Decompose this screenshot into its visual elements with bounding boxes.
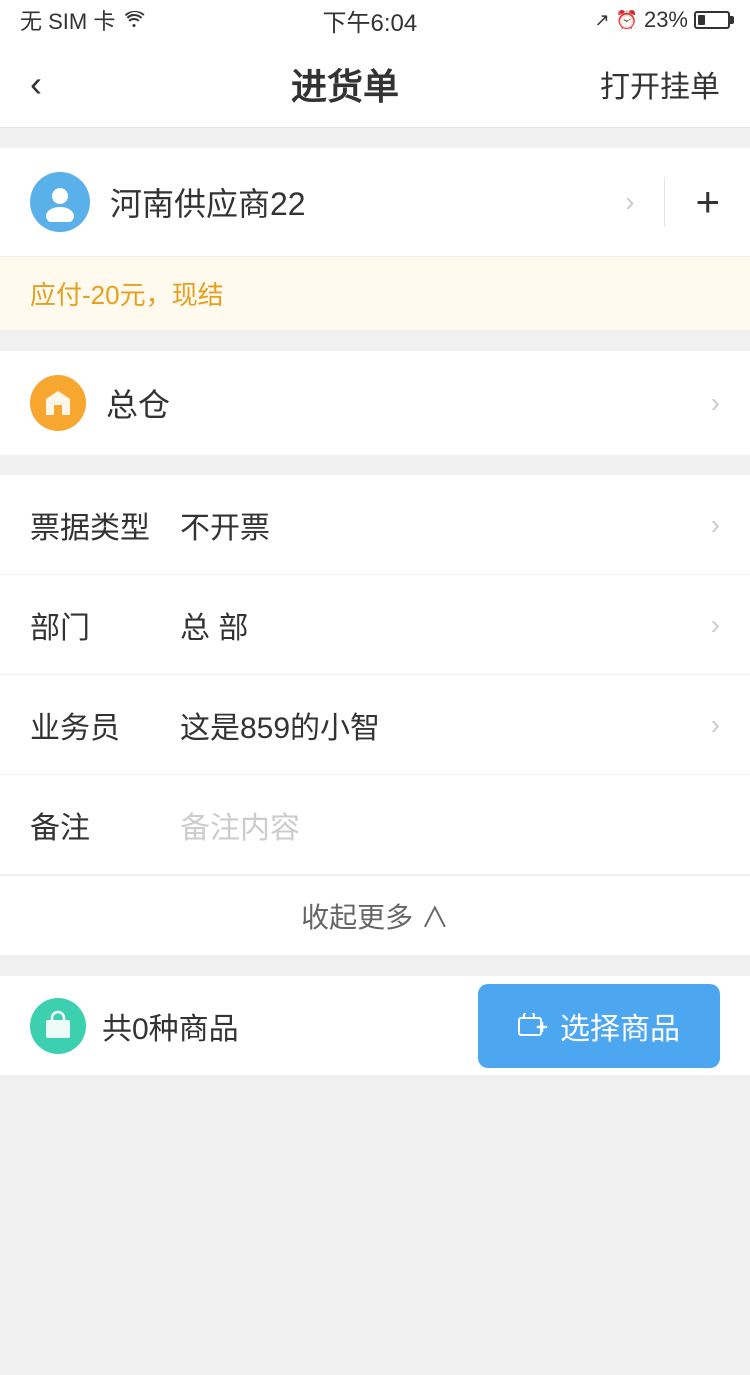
select-product-button[interactable]: 选择商品	[478, 984, 720, 1068]
department-label: 部门	[30, 603, 170, 647]
bottom-bar: 共0种商品 选择商品	[0, 975, 750, 1075]
carrier-text: 无 SIM 卡	[20, 4, 115, 36]
remark-value[interactable]: 备注内容	[170, 803, 720, 847]
salesperson-chevron-icon: ›	[711, 709, 720, 741]
supplier-name: 河南供应商22	[110, 179, 625, 225]
status-right: ↗ ⏰ 23%	[594, 7, 730, 33]
page-title: 进货单	[291, 58, 399, 110]
top-divider	[0, 128, 750, 148]
remark-row[interactable]: 备注 备注内容	[0, 775, 750, 875]
select-product-label: 选择商品	[560, 1004, 680, 1048]
invoice-type-value: 不开票	[170, 503, 711, 547]
invoice-type-chevron-icon: ›	[711, 509, 720, 541]
wifi-icon	[123, 7, 145, 33]
warehouse-name: 总仓	[106, 380, 711, 426]
vertical-divider	[664, 177, 665, 227]
form-section: 票据类型 不开票 › 部门 总 部 › 业务员 这是859的小智 › 备注 备注…	[0, 475, 750, 955]
product-count-text: 共0种商品	[102, 1004, 239, 1048]
warehouse-chevron-icon: ›	[711, 387, 720, 419]
product-icon-wrap	[30, 998, 86, 1054]
department-value: 总 部	[170, 603, 711, 647]
invoice-type-row[interactable]: 票据类型 不开票 ›	[0, 475, 750, 575]
department-row[interactable]: 部门 总 部 ›	[0, 575, 750, 675]
supplier-row-right: › +	[625, 177, 720, 227]
supplier-section: 河南供应商22 › + 应付-20元，现结	[0, 148, 750, 330]
collapse-row[interactable]: 收起更多 ∧	[0, 875, 750, 955]
nav-bar: ‹ 进货单 打开挂单	[0, 40, 750, 128]
add-supplier-button[interactable]: +	[695, 178, 720, 226]
page-background	[0, 1075, 750, 1375]
salesperson-value: 这是859的小智	[170, 703, 711, 747]
supplier-avatar	[30, 172, 90, 232]
remark-label: 备注	[30, 803, 170, 847]
invoice-type-label: 票据类型	[30, 503, 170, 547]
notice-banner: 应付-20元，现结	[0, 257, 750, 330]
collapse-label: 收起更多 ∧	[301, 896, 449, 936]
battery-percent: 23%	[644, 7, 688, 33]
supplier-row[interactable]: 河南供应商22 › +	[0, 148, 750, 257]
warehouse-section: 总仓 ›	[0, 350, 750, 455]
warehouse-icon-wrap	[30, 375, 86, 431]
product-count-wrap: 共0种商品	[30, 998, 239, 1054]
warehouse-row[interactable]: 总仓 ›	[0, 350, 750, 455]
battery-icon	[694, 11, 730, 29]
alarm-icon: ⏰	[616, 10, 638, 31]
open-pending-button[interactable]: 打开挂单	[600, 62, 720, 106]
supplier-chevron-icon: ›	[625, 186, 634, 218]
status-time: 下午6:04	[323, 3, 418, 38]
salesperson-label: 业务员	[30, 703, 170, 747]
location-icon: ↗	[594, 10, 609, 31]
department-chevron-icon: ›	[711, 609, 720, 641]
back-button[interactable]: ‹	[30, 63, 90, 105]
status-bar: 无 SIM 卡 下午6:04 ↗ ⏰ 23%	[0, 0, 750, 40]
salesperson-row[interactable]: 业务员 这是859的小智 ›	[0, 675, 750, 775]
status-left: 无 SIM 卡	[20, 4, 145, 36]
